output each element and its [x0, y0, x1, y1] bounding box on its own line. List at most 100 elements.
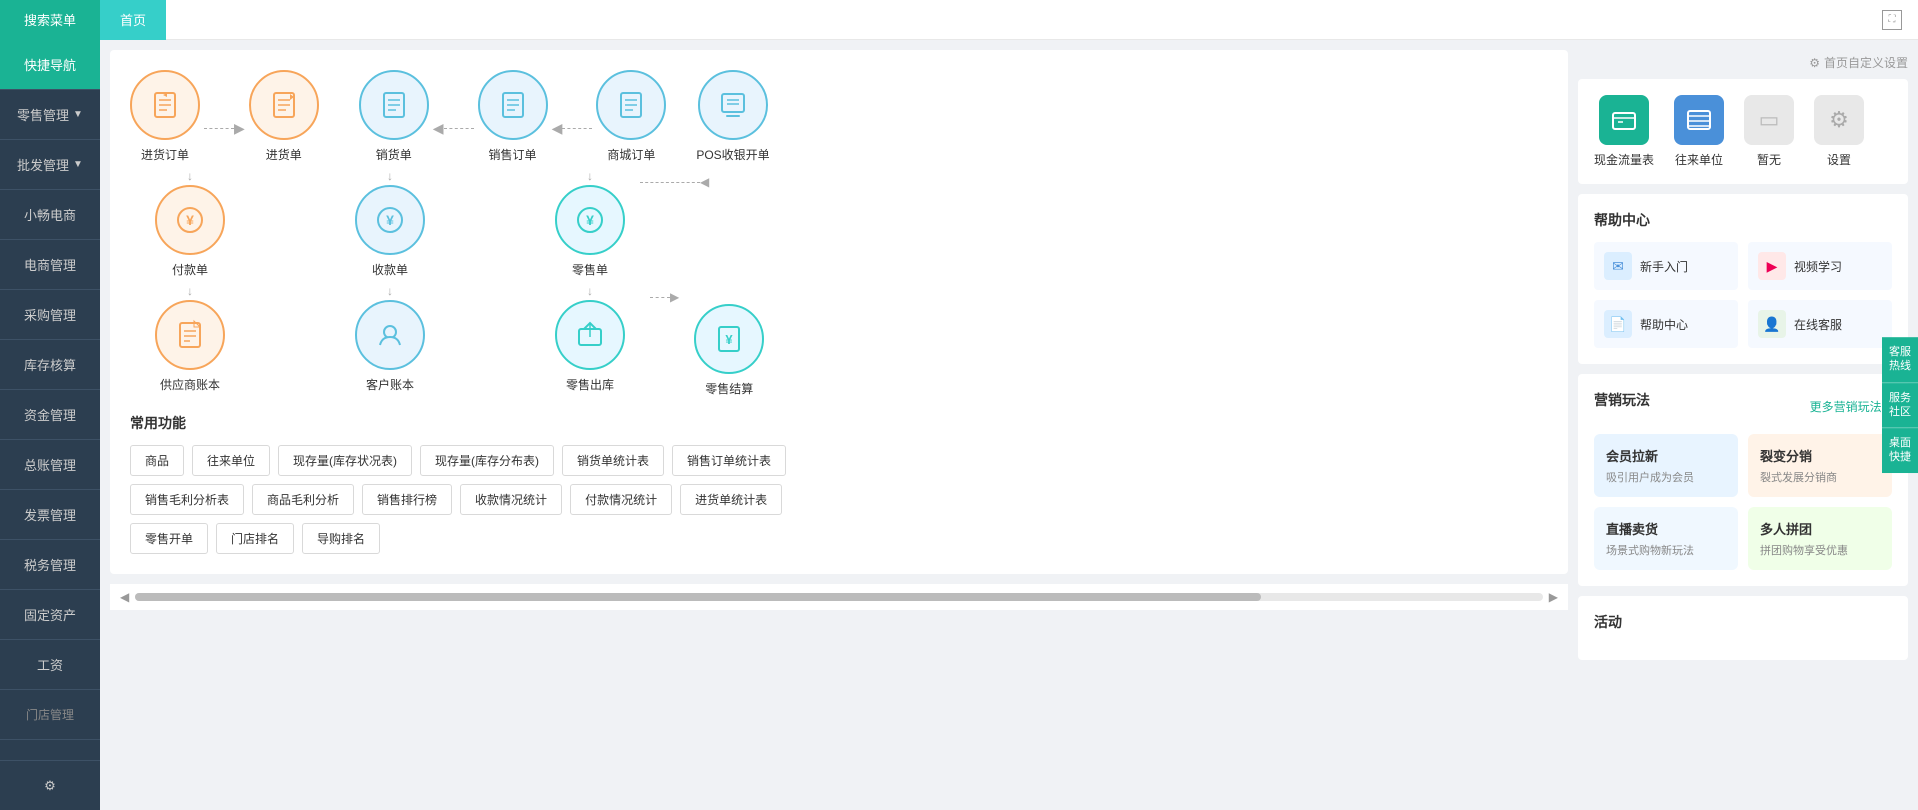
float-btn-desktop[interactable]: 桌面快捷: [1882, 428, 1918, 473]
help-item-help[interactable]: 📄 帮助中心: [1594, 300, 1738, 348]
help-item-service[interactable]: 👤 在线客服: [1748, 300, 1892, 348]
sidebar-item-payroll[interactable]: 工资: [0, 640, 100, 690]
func-grid-row2: 销售毛利分析表 商品毛利分析 销售排行榜 收款情况统计 付款情况统计 进货单统计…: [130, 484, 1548, 515]
func-btn-goods[interactable]: 商品: [130, 445, 184, 476]
scroll-left-button[interactable]: ◀: [120, 590, 129, 604]
sidebar-item-purchase[interactable]: 采购管理: [0, 290, 100, 340]
sidebar-item-tax[interactable]: 税务管理: [0, 540, 100, 590]
marketing-member[interactable]: 会员拉新 吸引用户成为会员: [1594, 434, 1738, 497]
chevron-down-icon: ▼: [73, 159, 83, 170]
func-btn-stock-dist[interactable]: 现存量(库存分布表): [420, 445, 554, 476]
marketing-live[interactable]: 直播卖货 场景式购物新玩法: [1594, 507, 1738, 570]
float-btn-community[interactable]: 服务社区: [1882, 383, 1918, 429]
func-btn-sales-order-stat[interactable]: 销售订单统计表: [672, 445, 786, 476]
node-mall-order[interactable]: 商城订单: [596, 70, 666, 163]
receipt-icon[interactable]: ¥: [355, 185, 425, 255]
node-pos[interactable]: POS收银开单: [696, 70, 769, 163]
sidebar-gear-button[interactable]: ⚙: [0, 760, 100, 810]
sidebar-item-quicknav[interactable]: 快捷导航: [0, 40, 100, 90]
sidebar-item-funds[interactable]: 资金管理: [0, 390, 100, 440]
float-buttons: 客服热线 服务社区 桌面快捷: [1882, 337, 1918, 473]
retail-out-icon[interactable]: [555, 300, 625, 370]
func-btn-purchase-stat[interactable]: 进货单统计表: [680, 484, 782, 515]
down-arrow-payment: ↓: [187, 167, 193, 185]
func-btn-sales-rank[interactable]: 销售排行榜: [362, 484, 452, 515]
qa-contacts[interactable]: 往来单位: [1674, 95, 1724, 168]
quick-nav-card: 进货订单 ▶: [110, 50, 1568, 574]
gear-icon: ⚙: [44, 778, 56, 794]
supplier-icon[interactable]: [155, 300, 225, 370]
retail-settle-icon[interactable]: ¥: [694, 304, 764, 374]
func-btn-guide-rank[interactable]: 导购排名: [302, 523, 380, 554]
sidebar-item-wholesale[interactable]: 批发管理 ▼: [0, 140, 100, 190]
func-btn-retail-order[interactable]: 零售开单: [130, 523, 208, 554]
purchase-bill-label: 进货单: [266, 146, 302, 163]
mall-order-label: 商城订单: [607, 146, 655, 163]
sidebar-item-ledger[interactable]: 总账管理: [0, 440, 100, 490]
payment-icon[interactable]: ¥: [155, 185, 225, 255]
sidebar-item-assets[interactable]: 固定资产: [0, 590, 100, 640]
help-item-beginner[interactable]: ✉ 新手入门: [1594, 242, 1738, 290]
receipt-label: 收款单: [372, 261, 408, 278]
sales-order-label: 销售订单: [489, 146, 537, 163]
sidebar-item-ecommerce[interactable]: 电商管理: [0, 240, 100, 290]
marketing-grid: 会员拉新 吸引用户成为会员 裂变分销 裂式发展分销商 直播卖货 场景式购物新玩法…: [1594, 434, 1892, 570]
qa-settings[interactable]: ⚙ 设置: [1814, 95, 1864, 168]
help-title: 帮助中心: [1594, 210, 1892, 230]
chevron-down-icon: ▼: [73, 109, 83, 120]
node-sales-bill[interactable]: 销货单: [359, 70, 429, 163]
help-item-video[interactable]: ▶ 视频学习: [1748, 242, 1892, 290]
sidebar-item-retail[interactable]: 零售管理 ▼: [0, 90, 100, 140]
func-btn-sales-profit[interactable]: 销售毛利分析表: [130, 484, 244, 515]
sidebar-item-xiaochang[interactable]: 小畅电商: [0, 190, 100, 240]
tab-home[interactable]: 首页: [100, 0, 166, 40]
settings-label: 设置: [1827, 151, 1851, 168]
more-marketing-link[interactable]: 更多营销玩法 >: [1810, 398, 1892, 415]
node-col-retail-settle: ¥ 零售结算: [679, 282, 779, 397]
payment-label: 付款单: [172, 261, 208, 278]
member-title: 会员拉新: [1606, 446, 1726, 465]
func-btn-sales-stat[interactable]: 销货单统计表: [562, 445, 664, 476]
gear-icon: ⚙: [1809, 56, 1820, 70]
sidebar-item-inventory[interactable]: 库存核算: [0, 340, 100, 390]
node-purchase-bill[interactable]: 进货单: [249, 70, 319, 163]
qa-cashflow[interactable]: 现金流量表: [1594, 95, 1654, 168]
svg-text:¥: ¥: [586, 212, 594, 228]
sales-order-icon: [478, 70, 548, 140]
sidebar-item-store[interactable]: 门店管理: [0, 690, 100, 740]
func-btn-contacts[interactable]: 往来单位: [192, 445, 270, 476]
cashflow-label: 现金流量表: [1594, 151, 1654, 168]
func-btn-receipt-stat[interactable]: 收款情况统计: [460, 484, 562, 515]
group-title: 多人拼团: [1760, 519, 1880, 538]
node-purchase-order[interactable]: 进货订单: [130, 70, 200, 163]
node-col-supplier: ↓ 供应商账本: [130, 282, 250, 393]
func-btn-store-rank[interactable]: 门店排名: [216, 523, 294, 554]
customize-button[interactable]: ⚙ 首页自定义设置: [1809, 54, 1908, 71]
settings-icon: ⚙: [1814, 95, 1864, 145]
activity-card: 活动: [1578, 596, 1908, 660]
func-btn-stock-status[interactable]: 现存量(库存状况表): [278, 445, 412, 476]
qa-none[interactable]: ▭ 暂无: [1744, 95, 1794, 168]
mall-order-icon: [596, 70, 666, 140]
node-sales-order[interactable]: 销售订单: [478, 70, 548, 163]
member-desc: 吸引用户成为会员: [1606, 469, 1726, 485]
func-btn-payment-stat[interactable]: 付款情况统计: [570, 484, 672, 515]
func-btn-goods-profit[interactable]: 商品毛利分析: [252, 484, 354, 515]
help-card: 帮助中心 ✉ 新手入门 ▶ 视频学习 📄 帮助中心 👤: [1578, 194, 1908, 364]
fullscreen-button[interactable]: ⛶: [1882, 10, 1902, 30]
sidebar-item-invoice[interactable]: 发票管理: [0, 490, 100, 540]
search-menu[interactable]: 搜索菜单: [0, 0, 100, 40]
none-icon: ▭: [1744, 95, 1794, 145]
scroll-thumb[interactable]: [135, 593, 1261, 601]
marketing-header: 营销玩法 更多营销玩法 >: [1594, 390, 1892, 422]
service-icon: 👤: [1758, 310, 1786, 338]
marketing-group[interactable]: 多人拼团 拼团购物享受优惠: [1748, 507, 1892, 570]
scroll-right-button[interactable]: ▶: [1549, 590, 1558, 604]
float-btn-hotline[interactable]: 客服热线: [1882, 337, 1918, 383]
marketing-fission[interactable]: 裂变分销 裂式发展分销商: [1748, 434, 1892, 497]
down-arrow-retail-bill: ↓: [587, 167, 593, 185]
retail-bill-icon[interactable]: ¥: [555, 185, 625, 255]
svg-text:¥: ¥: [386, 212, 394, 228]
customer-icon[interactable]: [355, 300, 425, 370]
common-functions: 常用功能 商品 往来单位 现存量(库存状况表) 现存量(库存分布表) 销货单统计…: [130, 413, 1548, 554]
